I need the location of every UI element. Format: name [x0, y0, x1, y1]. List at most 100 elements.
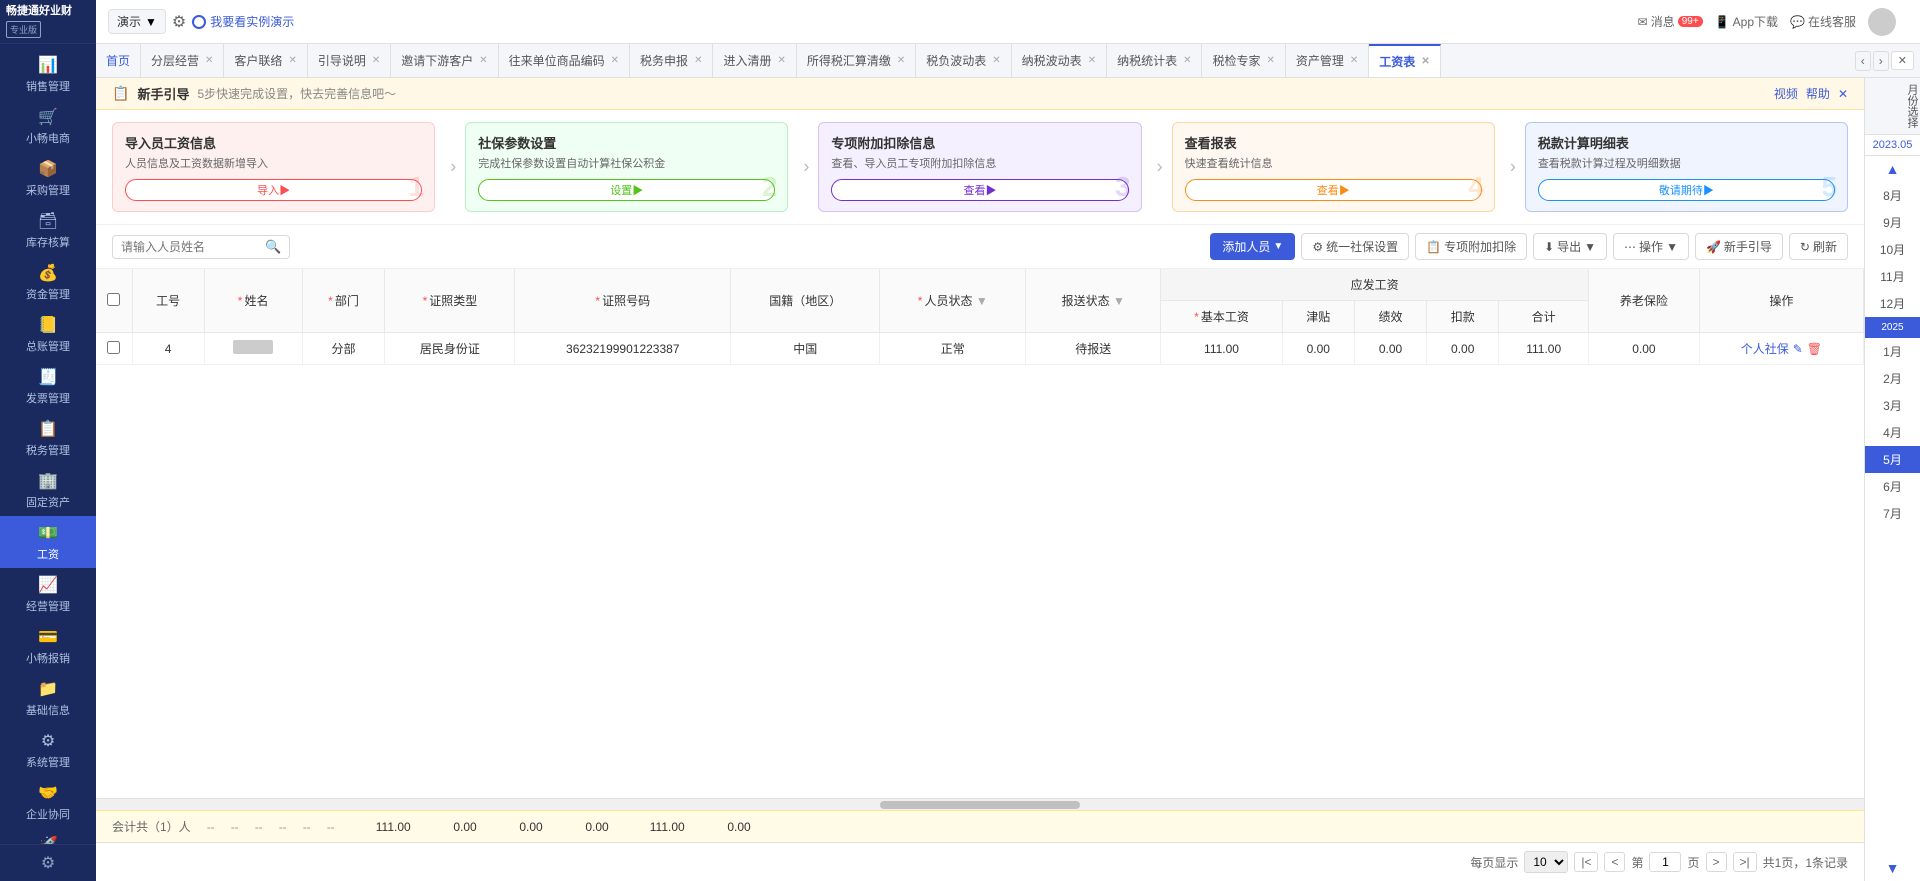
page-number-input[interactable]: [1649, 852, 1681, 872]
demo-link[interactable]: 我要看实例演示: [192, 13, 294, 30]
unified-settings-button[interactable]: ⚙ 统一社保设置: [1301, 233, 1409, 260]
sidebar-item-tax[interactable]: 📋 税务管理: [0, 412, 96, 464]
guide-close-btn[interactable]: ✕: [1838, 87, 1848, 101]
month-item-10[interactable]: 10月: [1865, 236, 1920, 263]
tab-next-button[interactable]: ›: [1873, 51, 1889, 71]
tab-payroll[interactable]: 工资表 ✕: [1369, 44, 1440, 78]
newguide-button[interactable]: 🚀 新手引导: [1695, 233, 1783, 260]
tab-tax-report-close[interactable]: ✕: [694, 55, 702, 66]
step-5-btn[interactable]: 敬请期待▶: [1538, 179, 1835, 201]
row-checkbox[interactable]: [107, 341, 120, 354]
step-4-btn[interactable]: 查看▶: [1185, 179, 1482, 201]
page-prev-button[interactable]: <: [1604, 852, 1625, 872]
tab-customer-close[interactable]: ✕: [288, 55, 296, 66]
tab-home[interactable]: 首页: [96, 44, 141, 78]
tab-register-close[interactable]: ✕: [777, 55, 785, 66]
refresh-button[interactable]: ↻ 刷新: [1789, 233, 1848, 260]
horizontal-scrollbar[interactable]: [96, 798, 1864, 810]
sidebar-item-collab[interactable]: 🤝 企业协同: [0, 776, 96, 828]
sidebar-item-inventory[interactable]: 🗃 库存核算: [0, 204, 96, 256]
sidebar-item-invoice[interactable]: 🧾 发票管理: [0, 360, 96, 412]
org-selector[interactable]: 演示 ▼: [108, 9, 166, 34]
month-item-9[interactable]: 9月: [1865, 209, 1920, 236]
personal-insurance-link[interactable]: 个人社保: [1741, 340, 1789, 357]
search-input[interactable]: [121, 240, 261, 254]
tab-tax-report[interactable]: 税务申报 ✕: [630, 44, 713, 78]
tab-guide-close[interactable]: ✕: [372, 55, 380, 66]
tab-tax-fluctuation-close[interactable]: ✕: [992, 55, 1000, 66]
month-item-2[interactable]: 2月: [1865, 365, 1920, 392]
special-deduction-button[interactable]: 📋 专项附加扣除: [1415, 233, 1527, 260]
tab-tax-expert[interactable]: 税检专家 ✕: [1202, 44, 1285, 78]
step-1-btn[interactable]: 导入▶: [125, 179, 422, 201]
tab-layered[interactable]: 分层经营 ✕: [141, 44, 224, 78]
month-scroll-down-button[interactable]: ▼: [1880, 858, 1906, 878]
page-first-button[interactable]: |<: [1574, 852, 1598, 872]
sidebar-item-operation[interactable]: 📈 经营管理: [0, 568, 96, 620]
export-button[interactable]: ⬇ 导出 ▼: [1533, 233, 1607, 260]
month-item-1[interactable]: 1月: [1865, 338, 1920, 365]
online-service-button[interactable]: 💬 在线客服: [1790, 13, 1856, 30]
sidebar-item-ledger[interactable]: 📒 总账管理: [0, 308, 96, 360]
sidebar-item-sales[interactable]: 📊 销售管理: [0, 48, 96, 100]
edit-icon[interactable]: ✎: [1793, 342, 1803, 356]
delete-icon[interactable]: 🗑: [1807, 342, 1822, 356]
tab-income-tax-close[interactable]: ✕: [897, 55, 905, 66]
tab-tax-stats-close[interactable]: ✕: [1183, 55, 1191, 66]
tab-customer[interactable]: 客户联络 ✕: [224, 44, 307, 78]
sidebar-item-finance[interactable]: 💰 资金管理: [0, 256, 96, 308]
tab-asset-mgmt-close[interactable]: ✕: [1350, 55, 1358, 66]
tab-invite[interactable]: 邀请下游客户 ✕: [391, 44, 498, 78]
topbar-settings-icon[interactable]: ⚙: [172, 12, 186, 32]
select-all-checkbox[interactable]: [107, 293, 120, 306]
tab-prev-button[interactable]: ‹: [1855, 51, 1871, 71]
tab-layered-close[interactable]: ✕: [205, 55, 213, 66]
operations-button[interactable]: ⋯ 操作 ▼: [1613, 233, 1689, 260]
month-item-year-2025[interactable]: 2025: [1865, 317, 1920, 338]
sidebar-item-ecommerce[interactable]: 🛒 小畅电商: [0, 100, 96, 152]
sidebar-settings-icon[interactable]: ⚙: [41, 853, 55, 873]
sidebar-item-basic[interactable]: 📁 基础信息: [0, 672, 96, 724]
page-next-button[interactable]: >: [1706, 852, 1727, 872]
tab-tax-wave[interactable]: 纳税波动表 ✕: [1012, 44, 1107, 78]
per-page-select[interactable]: 10 20 50: [1524, 851, 1568, 873]
sidebar-item-payroll[interactable]: 💵 工资: [0, 516, 96, 568]
month-item-11[interactable]: 11月: [1865, 263, 1920, 290]
tab-income-tax[interactable]: 所得税汇算清缴 ✕: [797, 44, 916, 78]
tab-guide[interactable]: 引导说明 ✕: [308, 44, 391, 78]
guide-help-link[interactable]: 帮助: [1806, 85, 1830, 102]
step-2-btn[interactable]: 设置▶: [478, 179, 775, 201]
month-scroll-up-button[interactable]: ▲: [1880, 159, 1906, 179]
month-item-4[interactable]: 4月: [1865, 419, 1920, 446]
tab-asset-mgmt[interactable]: 资产管理 ✕: [1286, 44, 1369, 78]
month-item-7[interactable]: 7月: [1865, 500, 1920, 527]
tab-register[interactable]: 进入清册 ✕: [713, 44, 796, 78]
sidebar-item-purchase[interactable]: 📦 采购管理: [0, 152, 96, 204]
month-item-8[interactable]: 8月: [1865, 182, 1920, 209]
month-item-3[interactable]: 3月: [1865, 392, 1920, 419]
month-item-5[interactable]: 5月: [1865, 446, 1920, 473]
status-filter-icon[interactable]: ▼: [976, 294, 988, 308]
avatar[interactable]: [1868, 8, 1896, 36]
scrollbar-thumb[interactable]: [880, 801, 1080, 809]
tab-close-all-button[interactable]: ✕: [1891, 51, 1914, 70]
sidebar-item-newguide[interactable]: 🚀 新手引导: [0, 828, 96, 844]
month-item-12[interactable]: 12月: [1865, 290, 1920, 317]
tab-payroll-close[interactable]: ✕: [1421, 56, 1429, 67]
message-button[interactable]: ✉ 消息 99+: [1638, 13, 1703, 30]
add-person-button[interactable]: 添加人员 ▼: [1210, 233, 1295, 260]
sidebar-item-assets[interactable]: 🏢 固定资产: [0, 464, 96, 516]
tab-tax-fluctuation[interactable]: 税负波动表 ✕: [916, 44, 1011, 78]
tab-tax-expert-close[interactable]: ✕: [1267, 55, 1275, 66]
step-3-btn[interactable]: 查看▶: [831, 179, 1128, 201]
guide-video-link[interactable]: 视频: [1774, 85, 1798, 102]
month-item-6[interactable]: 6月: [1865, 473, 1920, 500]
sidebar-item-system[interactable]: ⚙ 系统管理: [0, 724, 96, 776]
tab-tax-stats[interactable]: 纳税统计表 ✕: [1107, 44, 1202, 78]
tab-invite-close[interactable]: ✕: [479, 55, 487, 66]
app-download-button[interactable]: 📱 App下载: [1715, 13, 1778, 30]
sidebar-item-expense[interactable]: 💳 小畅报销: [0, 620, 96, 672]
report-filter-icon[interactable]: ▼: [1113, 294, 1125, 308]
tab-tax-wave-close[interactable]: ✕: [1088, 55, 1096, 66]
page-last-button[interactable]: >|: [1733, 852, 1757, 872]
